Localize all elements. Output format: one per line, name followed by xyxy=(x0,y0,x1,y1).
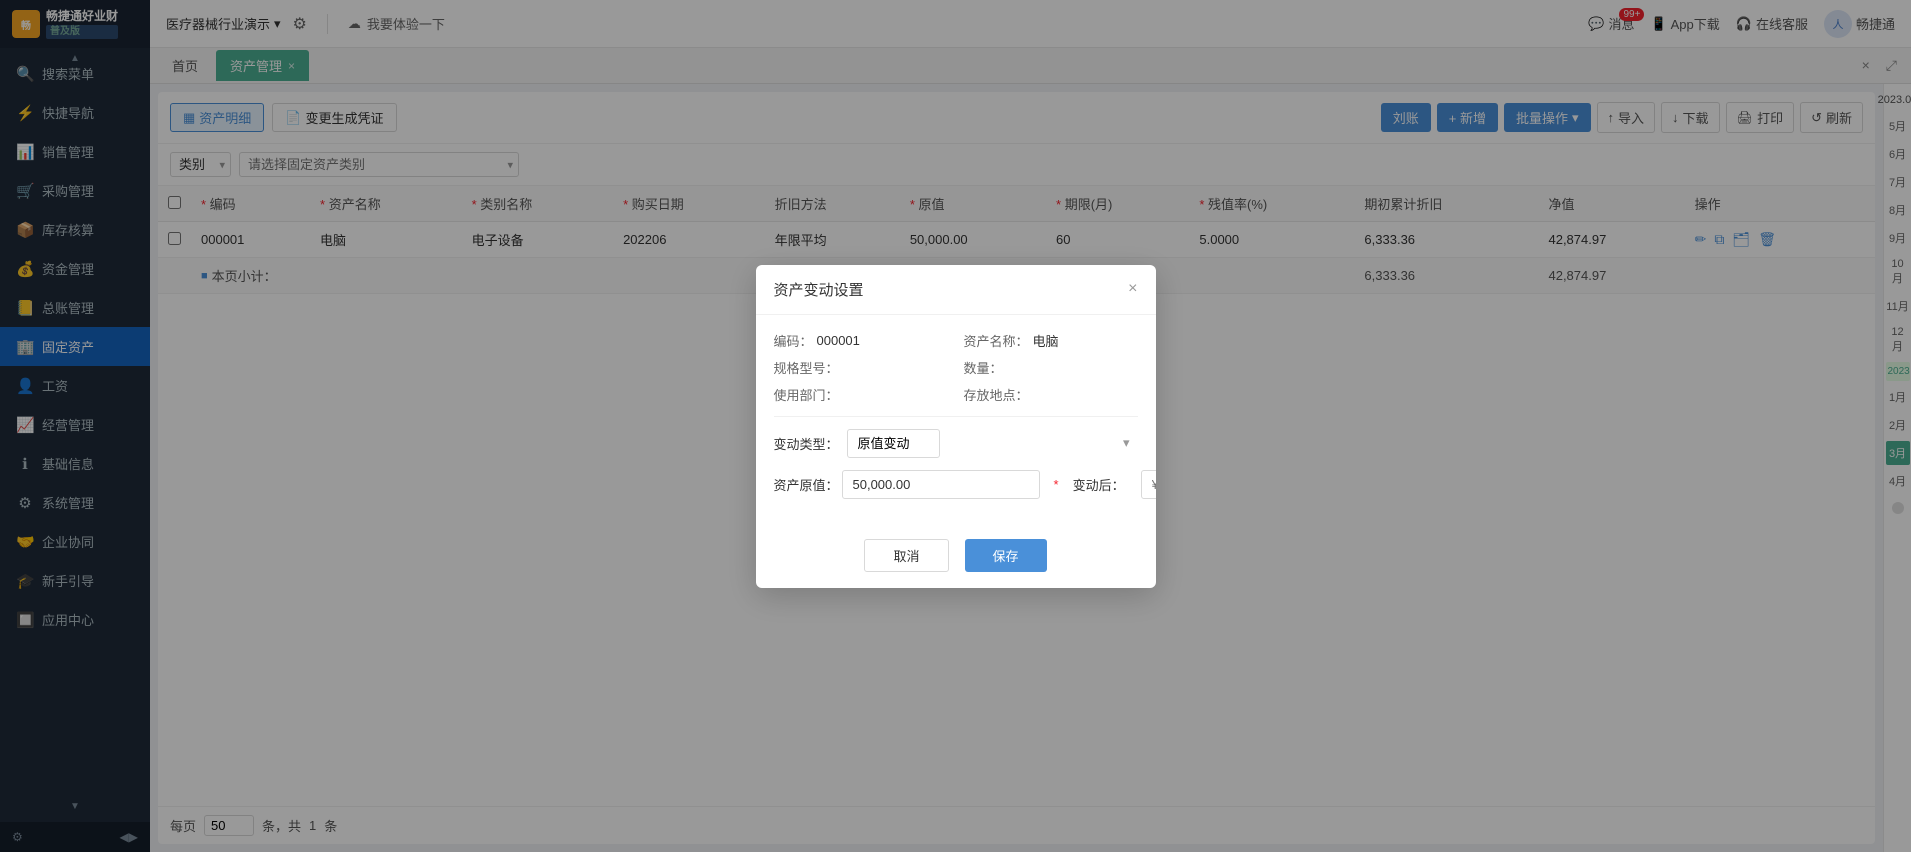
name-label: 资产名称： xyxy=(964,331,1029,350)
dialog-overlay[interactable]: 资产变动设置 × 编码： 000001 资产名称： 电脑 规格型号： 数量： xyxy=(0,0,1911,852)
location-label: 存放地点： xyxy=(964,385,1029,404)
info-spec: 规格型号： xyxy=(774,358,948,377)
info-location: 存放地点： xyxy=(964,385,1138,404)
dialog-footer: 取消 保存 xyxy=(756,527,1156,588)
name-value: 电脑 xyxy=(1033,331,1059,350)
cancel-button[interactable]: 取消 xyxy=(864,539,948,572)
asset-change-dialog: 资产变动设置 × 编码： 000001 资产名称： 电脑 规格型号： 数量： xyxy=(756,265,1156,588)
info-code: 编码： 000001 xyxy=(774,331,948,350)
code-label: 编码： xyxy=(774,331,813,350)
department-label: 使用部门： xyxy=(774,385,839,404)
dialog-info: 编码： 000001 资产名称： 电脑 规格型号： 数量： 使用部门： xyxy=(774,331,1138,404)
change-type-select[interactable]: 原值变动 数量变动 部门变动 存放变动 xyxy=(847,429,940,458)
change-type-row: 变动类型： 原值变动 数量变动 部门变动 存放变动 xyxy=(774,429,1138,458)
change-type-select-wrap: 原值变动 数量变动 部门变动 存放变动 xyxy=(847,429,1138,458)
original-value-input[interactable] xyxy=(842,470,1040,499)
after-label: 变动后： xyxy=(1073,475,1133,494)
dialog-header: 资产变动设置 × xyxy=(756,265,1156,315)
dialog-title: 资产变动设置 xyxy=(774,279,864,300)
info-quantity: 数量： xyxy=(964,358,1138,377)
dialog-close-btn[interactable]: × xyxy=(1128,280,1137,298)
original-value-label: 资产原值： xyxy=(774,475,834,494)
dialog-divider xyxy=(774,416,1138,417)
original-value-row: 资产原值： * 变动后： xyxy=(774,470,1138,499)
change-type-label: 变动类型： xyxy=(774,434,839,453)
code-value: 000001 xyxy=(817,333,860,348)
info-name: 资产名称： 电脑 xyxy=(964,331,1138,350)
dialog-body: 编码： 000001 资产名称： 电脑 规格型号： 数量： 使用部门： xyxy=(756,315,1156,527)
after-value-input[interactable] xyxy=(1141,470,1156,499)
required-mark: * xyxy=(1054,477,1059,492)
info-department: 使用部门： xyxy=(774,385,948,404)
spec-label: 规格型号： xyxy=(774,358,839,377)
quantity-label: 数量： xyxy=(964,358,1003,377)
save-button[interactable]: 保存 xyxy=(965,539,1047,572)
